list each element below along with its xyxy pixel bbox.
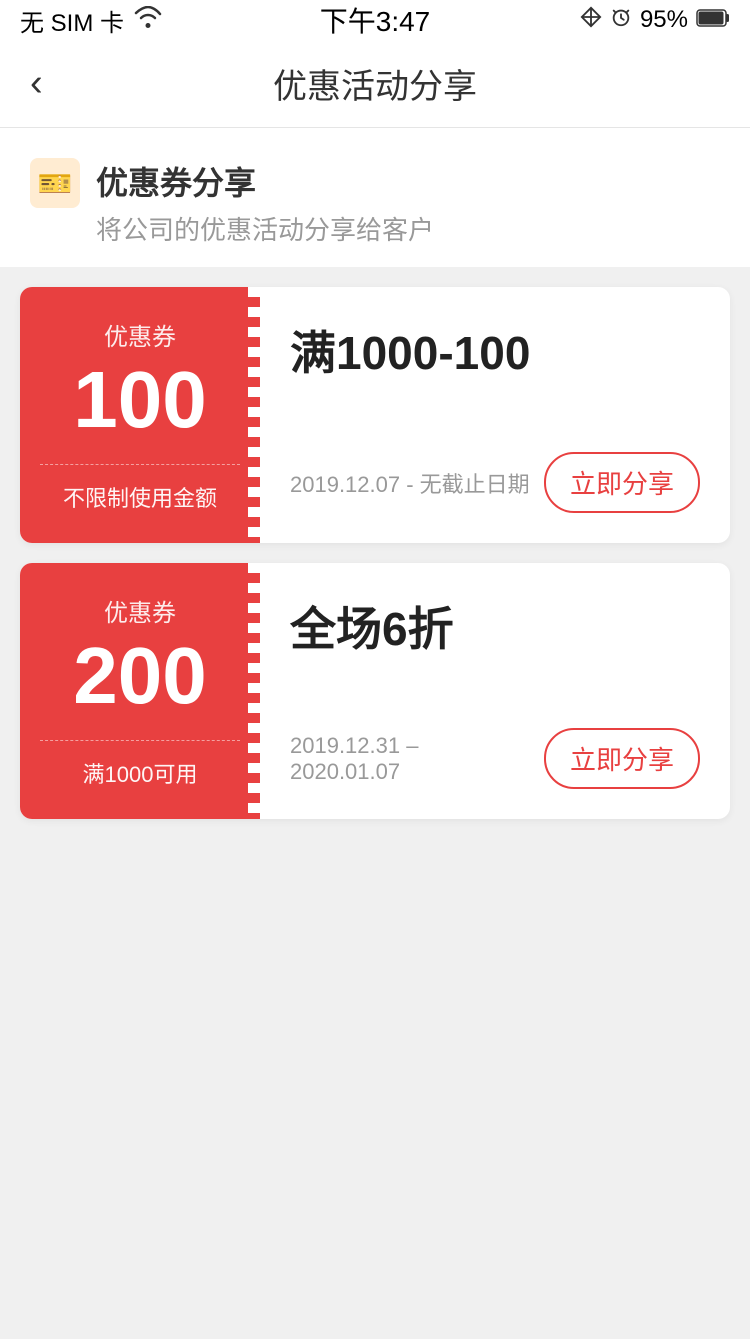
nav-bar: ‹ 优惠活动分享 [0,40,750,128]
coupon-bottom-row-1: 2019.12.07 - 无截止日期 立即分享 [290,452,700,513]
coupon-left-2: 优惠券 200 满1000可用 [20,563,260,819]
status-right: 95% [580,6,730,35]
wifi-icon [134,6,162,35]
location-icon [580,6,602,35]
coupon-label-1: 优惠券 [104,317,176,352]
share-button-1[interactable]: 立即分享 [544,452,700,513]
section-header: 🎫 优惠券分享 将公司的优惠活动分享给客户 [0,128,750,267]
coupon-list: 优惠券 100 不限制使用金额 满1000-100 2019.12.07 - 无… [0,287,750,819]
coupon-card: 优惠券 100 不限制使用金额 满1000-100 2019.12.07 - 无… [20,287,730,543]
status-left: 无 SIM 卡 [20,3,162,38]
section-text-wrap: 优惠券分享 将公司的优惠活动分享给客户 [96,158,434,247]
coupon-date-2: 2019.12.31 – 2020.01.07 [290,733,534,785]
coupon-left-1: 优惠券 100 不限制使用金额 [20,287,260,543]
battery-icon [696,6,730,34]
coupon-value-2: 200 [73,636,206,716]
coupon-card-2: 优惠券 200 满1000可用 全场6折 2019.12.31 – 2020.0… [20,563,730,819]
coupon-date-1: 2019.12.07 - 无截止日期 [290,467,534,499]
status-bar: 无 SIM 卡 下午3:47 95% [0,0,750,40]
alarm-icon [610,6,632,35]
status-time: 下午3:47 [320,0,431,40]
coupon-condition-1: 不限制使用金额 [63,481,217,513]
section-icon: 🎫 [30,158,80,208]
battery-text: 95% [640,6,688,34]
empty-area [0,839,750,1339]
coupon-right-2: 全场6折 2019.12.31 – 2020.01.07 立即分享 [260,563,730,819]
coupon-value-1: 100 [73,360,206,440]
coupon-name-2: 全场6折 [290,593,700,659]
carrier-text: 无 SIM 卡 [20,3,124,38]
coupon-label-2: 优惠券 [104,593,176,628]
coupon-name-1: 满1000-100 [290,317,700,383]
coupon-right-1: 满1000-100 2019.12.07 - 无截止日期 立即分享 [260,287,730,543]
back-button[interactable]: ‹ [30,62,43,105]
nav-title: 优惠活动分享 [273,59,477,108]
share-button-2[interactable]: 立即分享 [544,728,700,789]
coupon-condition-2: 满1000可用 [83,757,198,789]
section-title: 优惠券分享 [96,158,434,204]
section-subtitle: 将公司的优惠活动分享给客户 [96,210,434,247]
coupon-bottom-row-2: 2019.12.31 – 2020.01.07 立即分享 [290,728,700,789]
